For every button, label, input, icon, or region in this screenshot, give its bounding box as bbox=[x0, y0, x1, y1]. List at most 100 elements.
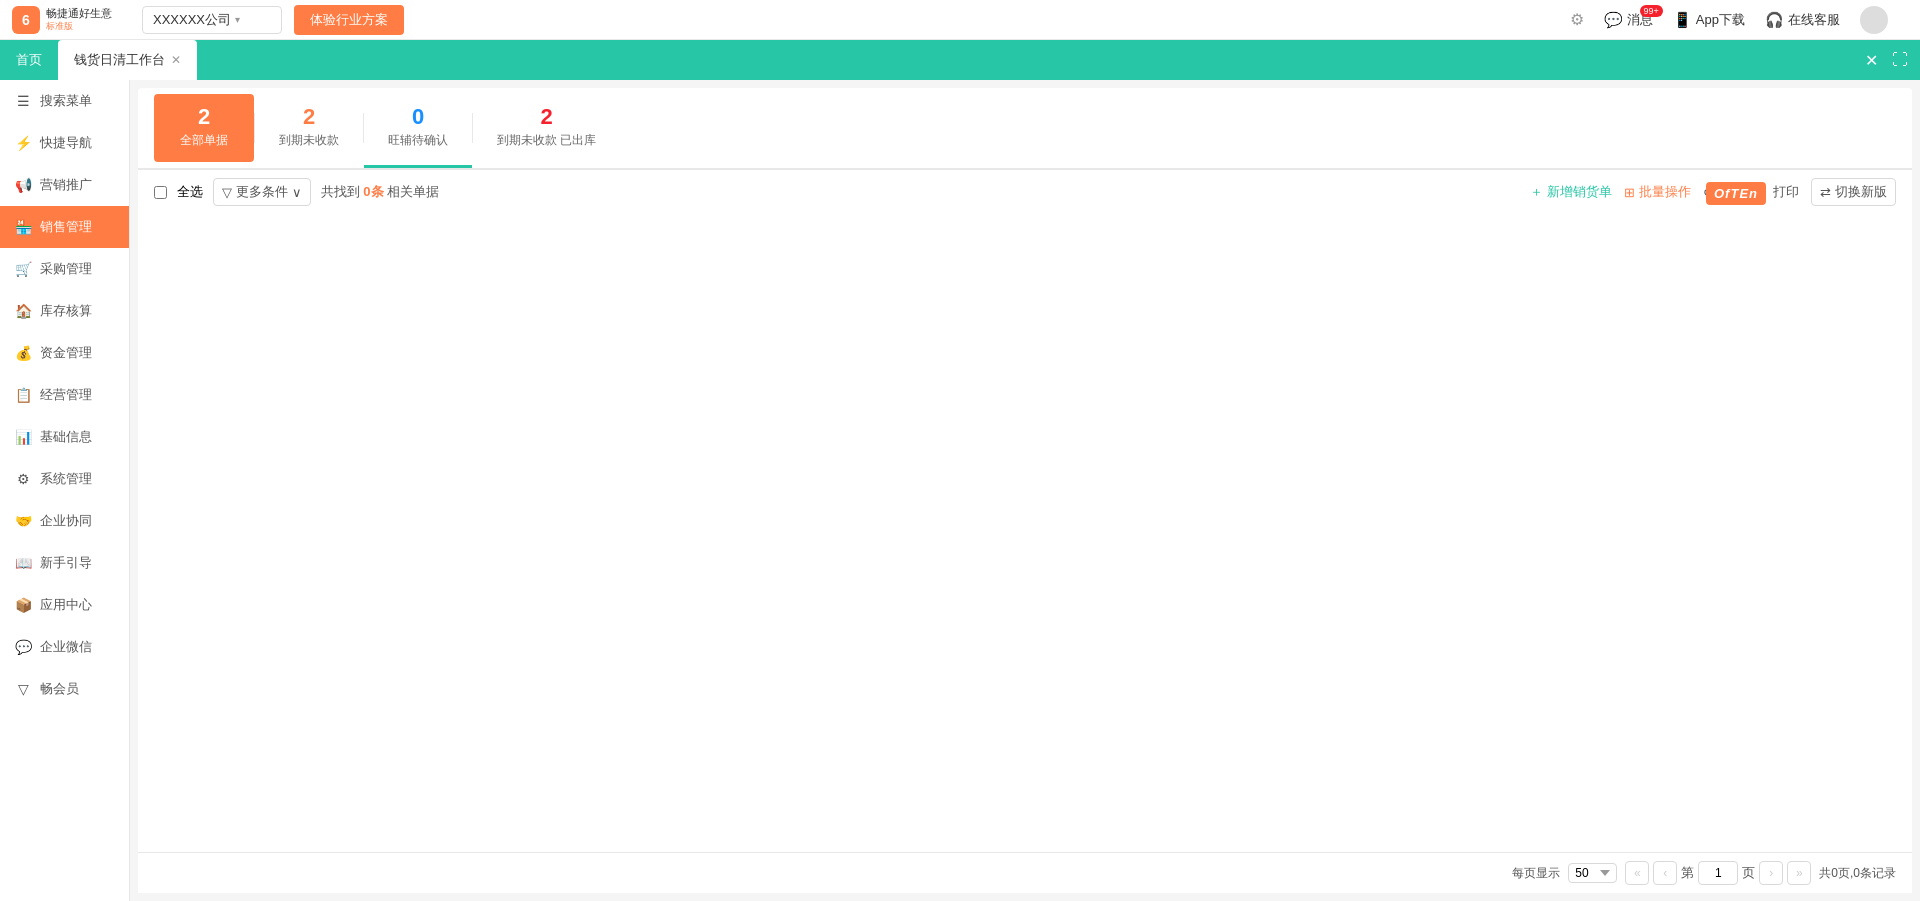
tab-bar-right: ✕ ⛶ bbox=[1861, 47, 1920, 74]
content-area: 2 全部单据 2 到期未收款 0 旺辅待确认 2 到期未收款 已出库 bbox=[130, 80, 1920, 901]
stat-label-overdue: 到期未收款 bbox=[279, 132, 339, 149]
filter-icon: ▽ bbox=[222, 185, 232, 200]
sidebar-item-inventory[interactable]: 🏠 库存核算 bbox=[0, 290, 129, 332]
filter-label: 更多条件 bbox=[236, 183, 288, 201]
message-icon: 💬 bbox=[1604, 11, 1623, 29]
tab-home[interactable]: 首页 bbox=[0, 40, 58, 80]
sidebar-item-finance[interactable]: 💰 资金管理 bbox=[0, 332, 129, 374]
app-download-button[interactable]: 📱 App下载 bbox=[1673, 11, 1745, 29]
sidebar-inventory-label: 库存核算 bbox=[40, 302, 92, 320]
wechat-icon: 💬 bbox=[14, 638, 32, 656]
toolbar: 全选 ▽ 更多条件 ∨ 共找到 0条 相关单据 ＋ 新增销货单 bbox=[138, 169, 1912, 214]
operations-icon: 📋 bbox=[14, 386, 32, 404]
sidebar-item-operations[interactable]: 📋 经营管理 bbox=[0, 374, 129, 416]
top-right: ⚙ 💬 消息 99+ 📱 App下载 🎧 在线客服 bbox=[1570, 6, 1908, 34]
message-badge: 99+ bbox=[1640, 5, 1663, 17]
batch-icon: ⊞ bbox=[1624, 185, 1635, 200]
purchase-icon: 🛒 bbox=[14, 260, 32, 278]
stat-num-pending: 0 bbox=[412, 104, 424, 130]
main-layout: ☰ 搜索菜单 ⚡ 快捷导航 📢 营销推广 🏪 销售管理 🛒 采购管理 🏠 库存核… bbox=[0, 80, 1920, 901]
stat-num-overdue: 2 bbox=[303, 104, 315, 130]
tab-expand-icon[interactable]: ⛶ bbox=[1888, 47, 1912, 73]
online-service-button[interactable]: 🎧 在线客服 bbox=[1765, 11, 1840, 29]
result-text: 共找到 0条 相关单据 bbox=[321, 183, 439, 201]
app-icon: 📱 bbox=[1673, 11, 1692, 29]
page-nav: « ‹ 第 页 › » bbox=[1625, 861, 1811, 885]
switch-icon: ⇄ bbox=[1820, 185, 1831, 200]
stats-tabs: 2 全部单据 2 到期未收款 0 旺辅待确认 2 到期未收款 已出库 bbox=[138, 88, 1912, 169]
result-prefix: 共找到 bbox=[321, 184, 360, 199]
marketing-icon: 📢 bbox=[14, 176, 32, 194]
stat-tab-shipped[interactable]: 2 到期未收款 已出库 bbox=[473, 88, 620, 168]
sidebar-system-label: 系统管理 bbox=[40, 470, 92, 488]
sales-icon: 🏪 bbox=[14, 218, 32, 236]
page-size-label: 每页显示 bbox=[1512, 865, 1560, 882]
top-bar: 6 畅捷通好生意 标准版 XXXXXX公司 ▾ 体验行业方案 ⚙ 💬 消息 99… bbox=[0, 0, 1920, 40]
stat-tab-pending[interactable]: 0 旺辅待确认 bbox=[364, 88, 472, 168]
stat-tab-all[interactable]: 2 全部单据 bbox=[154, 94, 254, 162]
sidebar-marketing-label: 营销推广 bbox=[40, 176, 92, 194]
sidebar-item-member[interactable]: ▽ 畅会员 bbox=[0, 668, 129, 710]
last-page-button[interactable]: » bbox=[1787, 861, 1811, 885]
sidebar-quick-nav-label: 快捷导航 bbox=[40, 134, 92, 152]
logo-icon: 6 bbox=[12, 6, 40, 34]
search-menu-icon: ☰ bbox=[14, 92, 32, 110]
total-info: 共0页,0条记录 bbox=[1819, 865, 1896, 882]
sidebar-item-wechat[interactable]: 💬 企业微信 bbox=[0, 626, 129, 668]
sidebar-guide-label: 新手引导 bbox=[40, 554, 92, 572]
sidebar-item-guide[interactable]: 📖 新手引导 bbox=[0, 542, 129, 584]
sidebar-search-label: 搜索菜单 bbox=[40, 92, 92, 110]
stat-num-shipped: 2 bbox=[541, 104, 553, 130]
sidebar-item-app-center[interactable]: 📦 应用中心 bbox=[0, 584, 129, 626]
basic-info-icon: 📊 bbox=[14, 428, 32, 446]
page-size-select[interactable]: 50 10 20 100 bbox=[1568, 863, 1617, 883]
logo-area: 6 畅捷通好生意 标准版 bbox=[12, 6, 142, 34]
switch-label: 切换新版 bbox=[1835, 183, 1887, 201]
first-page-button[interactable]: « bbox=[1625, 861, 1649, 885]
tab-home-label: 首页 bbox=[16, 51, 42, 69]
filter-button[interactable]: ▽ 更多条件 ∨ bbox=[213, 178, 311, 206]
stat-label-shipped: 到期未收款 已出库 bbox=[497, 132, 596, 149]
stat-label-all: 全部单据 bbox=[180, 132, 228, 149]
stat-tab-overdue[interactable]: 2 到期未收款 bbox=[255, 88, 363, 168]
tab-bar: 首页 钱货日清工作台 ✕ ✕ ⛶ bbox=[0, 40, 1920, 80]
sidebar-item-marketing[interactable]: 📢 营销推广 bbox=[0, 164, 129, 206]
settings-icon[interactable]: ⚙ bbox=[1570, 10, 1584, 29]
tab-workbench-label: 钱货日清工作台 bbox=[74, 51, 165, 69]
result-count: 0条 bbox=[363, 184, 383, 199]
sidebar-item-quick-nav[interactable]: ⚡ 快捷导航 bbox=[0, 122, 129, 164]
company-name: XXXXXX公司 bbox=[153, 11, 231, 29]
page-label: 第 bbox=[1681, 864, 1694, 882]
tab-close-icon[interactable]: ✕ bbox=[171, 53, 181, 67]
result-suffix: 相关单据 bbox=[387, 184, 439, 199]
logo-badge: 标准版 bbox=[46, 20, 112, 33]
sidebar-item-enterprise[interactable]: 🤝 企业协同 bbox=[0, 500, 129, 542]
top-center: 体验行业方案 bbox=[282, 5, 1570, 35]
print-label: 打印 bbox=[1773, 183, 1799, 201]
sidebar-sales-label: 销售管理 bbox=[40, 218, 92, 236]
sidebar-item-search[interactable]: ☰ 搜索菜单 bbox=[0, 80, 129, 122]
prev-page-button[interactable]: ‹ bbox=[1653, 861, 1677, 885]
tab-close-all-icon[interactable]: ✕ bbox=[1861, 47, 1882, 74]
often-badge: OfTEn bbox=[1706, 182, 1766, 205]
avatar[interactable] bbox=[1860, 6, 1888, 34]
sidebar-operations-label: 经营管理 bbox=[40, 386, 92, 404]
sidebar-item-system[interactable]: ⚙ 系统管理 bbox=[0, 458, 129, 500]
company-selector[interactable]: XXXXXX公司 ▾ bbox=[142, 6, 282, 34]
member-icon: ▽ bbox=[14, 680, 32, 698]
sidebar-item-purchase[interactable]: 🛒 采购管理 bbox=[0, 248, 129, 290]
select-all-checkbox[interactable] bbox=[154, 186, 167, 199]
add-sales-order-button[interactable]: ＋ 新增销货单 bbox=[1530, 183, 1612, 201]
experience-button[interactable]: 体验行业方案 bbox=[294, 5, 404, 35]
batch-operation-button[interactable]: ⊞ 批量操作 bbox=[1624, 183, 1691, 201]
tab-workbench[interactable]: 钱货日清工作台 ✕ bbox=[58, 40, 197, 80]
next-page-button[interactable]: › bbox=[1759, 861, 1783, 885]
switch-version-button[interactable]: ⇄ 切换新版 bbox=[1811, 178, 1896, 206]
sidebar-item-sales[interactable]: 🏪 销售管理 bbox=[0, 206, 129, 248]
sidebar-item-basic-info[interactable]: 📊 基础信息 bbox=[0, 416, 129, 458]
add-icon: ＋ bbox=[1530, 183, 1543, 201]
page-number-input[interactable] bbox=[1698, 861, 1738, 885]
page-label-end: 页 bbox=[1742, 864, 1755, 882]
table-area bbox=[138, 214, 1912, 852]
message-button[interactable]: 💬 消息 99+ bbox=[1604, 11, 1653, 29]
